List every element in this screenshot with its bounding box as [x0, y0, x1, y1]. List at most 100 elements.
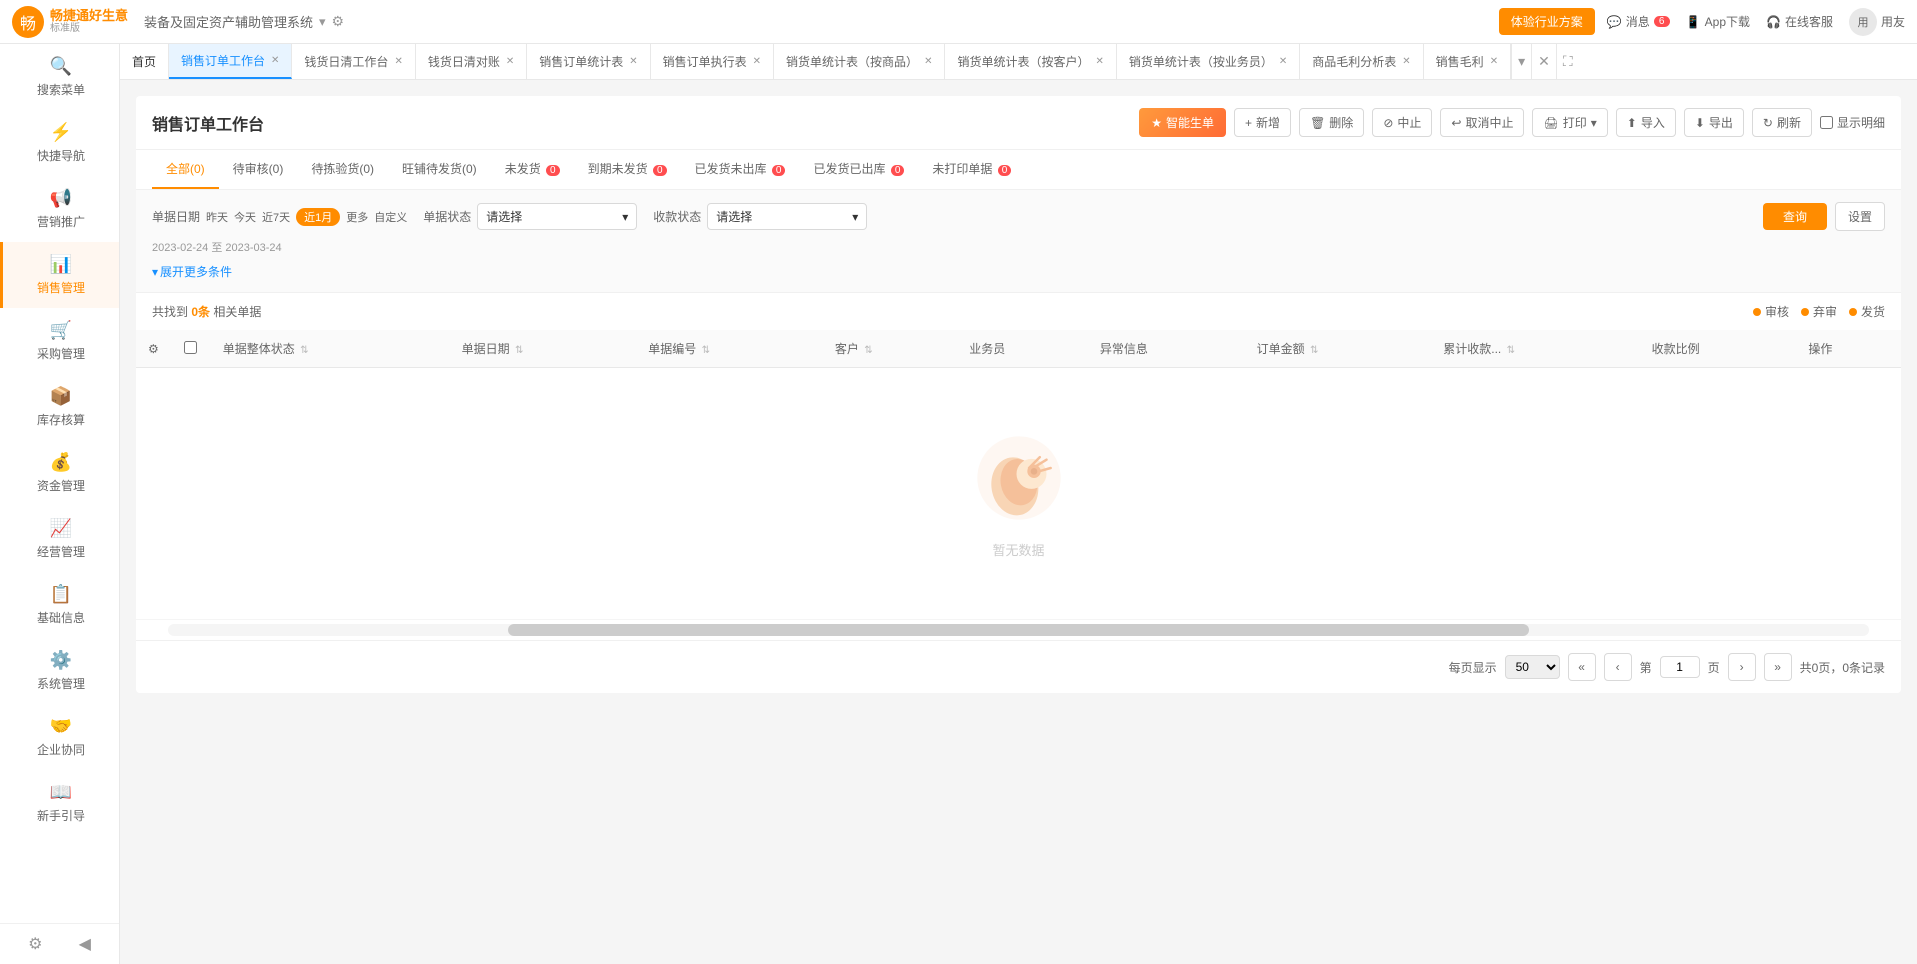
tab-sales-summary-customer-close[interactable]: ✕ [1095, 56, 1103, 67]
filter-tab-pending-review[interactable]: 待审核(0) [219, 150, 298, 189]
sidebar-item-inventory[interactable]: 📦 库存核算 [0, 374, 119, 440]
custom-date-btn[interactable]: 自定义 [374, 209, 407, 225]
refresh-button[interactable]: ↻ 刷新 [1752, 108, 1812, 137]
message-icon: 💬 [1607, 15, 1622, 29]
sidebar-item-sales[interactable]: 📊 销售管理 [0, 242, 119, 308]
horizontal-scrollbar[interactable] [168, 624, 1869, 636]
sidebar-item-system[interactable]: ⚙️ 系统管理 [0, 638, 119, 704]
review-action[interactable]: 审核 [1753, 303, 1789, 320]
tab-sales-exec-close[interactable]: ✕ [753, 56, 761, 67]
delete-button[interactable]: 🗑 删除 [1299, 108, 1364, 137]
tab-sales-profit[interactable]: 销售毛利 ✕ [1424, 44, 1511, 79]
tab-gross-profit-close[interactable]: ✕ [1402, 56, 1410, 67]
payment-select[interactable]: 请选择 ▾ [707, 203, 867, 230]
tab-sales-summary-staff-close[interactable]: ✕ [1279, 56, 1287, 67]
filter-tab-shipped-out[interactable]: 已发货已出库 0 [799, 150, 918, 189]
ship-action[interactable]: 发货 [1849, 303, 1885, 320]
tab-sales-profit-close[interactable]: ✕ [1490, 56, 1498, 67]
tab-more-button[interactable]: ▾ [1511, 44, 1531, 79]
tab-close-all-button[interactable]: ✕ [1531, 44, 1556, 79]
tab-sales-exec[interactable]: 销售订单执行表 ✕ [651, 44, 774, 79]
next-page-button[interactable]: › [1728, 653, 1756, 681]
print-button[interactable]: 🖨 打印 ▾ [1532, 108, 1607, 137]
sidebar-item-marketing[interactable]: 📢 营销推广 [0, 176, 119, 242]
prev-page-button[interactable]: ‹ [1604, 653, 1632, 681]
user-menu-button[interactable]: 用 用友 [1849, 8, 1905, 36]
show-detail-input[interactable] [1820, 116, 1833, 129]
page-number-input[interactable] [1660, 656, 1700, 678]
tab-sales-summary-product[interactable]: 销货单统计表（按商品） ✕ [774, 44, 945, 79]
tab-sales-workbench[interactable]: 销售订单工作台 ✕ [169, 44, 292, 79]
last-page-button[interactable]: » [1764, 653, 1792, 681]
col-amount-sort[interactable]: ⇅ [1310, 345, 1318, 356]
cancel-review-action[interactable]: 弃审 [1801, 303, 1837, 320]
tab-sales-stats[interactable]: 销售订单统计表 ✕ [527, 44, 650, 79]
query-button[interactable]: 查询 [1763, 203, 1827, 230]
select-all-checkbox[interactable] [184, 341, 197, 354]
refresh-label: 刷新 [1777, 114, 1801, 131]
col-accumulated-sort[interactable]: ⇅ [1507, 345, 1515, 356]
more-date-btn[interactable]: 更多 [346, 209, 368, 225]
export-button[interactable]: ⬇ 导出 [1684, 108, 1744, 137]
tab-sales-summary-staff[interactable]: 销货单统计表（按业务员） ✕ [1117, 44, 1300, 79]
tab-cash-daily-close[interactable]: ✕ [394, 56, 402, 67]
filter-tab-wangpu[interactable]: 旺铺待发货(0) [388, 150, 491, 189]
last-month-btn[interactable]: 近1月 [296, 208, 340, 226]
sidebar-item-basic-info[interactable]: 📋 基础信息 [0, 572, 119, 638]
settings-col-icon[interactable]: ⚙ [148, 342, 159, 356]
tab-sales-stats-close[interactable]: ✕ [629, 56, 637, 67]
tab-sales-summary-customer[interactable]: 销货单统计表（按客户） ✕ [945, 44, 1116, 79]
collapse-icon[interactable]: ◀ [79, 934, 91, 954]
tab-cash-reconcile-close[interactable]: ✕ [506, 56, 514, 67]
filter-tab-shipped-not-out[interactable]: 已发货未出库 0 [681, 150, 800, 189]
today-btn[interactable]: 今天 [234, 209, 256, 225]
last7days-btn[interactable]: 近7天 [262, 209, 290, 225]
col-customer-sort[interactable]: ⇅ [864, 345, 872, 356]
print-icon: 🖨 [1543, 116, 1558, 130]
tab-fullscreen-button[interactable]: ⛶ [1556, 44, 1579, 79]
expand-filter-button[interactable]: ▾ 展开更多条件 [152, 263, 1885, 280]
message-button[interactable]: 💬 消息 6 [1607, 13, 1670, 30]
dropdown-arrow-icon[interactable]: ▾ [319, 14, 326, 30]
tab-gross-profit[interactable]: 商品毛利分析表 ✕ [1300, 44, 1423, 79]
page-size-select[interactable]: 50 20 100 [1505, 655, 1560, 679]
settings-footer-icon[interactable]: ⚙ [28, 934, 42, 954]
smart-generate-button[interactable]: ★ 智能生单 [1139, 108, 1226, 137]
sidebar-footer: ⚙ ◀ [0, 923, 119, 964]
tab-sales-summary-product-close[interactable]: ✕ [924, 56, 932, 67]
filter-tab-not-printed[interactable]: 未打印单据 0 [918, 150, 1025, 189]
experience-button[interactable]: 体验行业方案 [1499, 8, 1595, 35]
app-download-button[interactable]: 📱 App下载 [1686, 13, 1750, 30]
sidebar-item-operations[interactable]: 📈 经营管理 [0, 506, 119, 572]
add-button[interactable]: + 新增 [1234, 108, 1291, 137]
col-date-sort[interactable]: ⇅ [515, 345, 523, 356]
scroll-thumb[interactable] [508, 624, 1529, 636]
filter-tab-shipped-not-out-label: 已发货未出库 [695, 162, 767, 176]
stop-button[interactable]: ⊘ 中止 [1372, 108, 1432, 137]
show-detail-checkbox[interactable]: 显示明细 [1820, 114, 1885, 131]
settings-icon[interactable]: ⚙ [332, 13, 345, 30]
sidebar-item-cooperation[interactable]: 🤝 企业协同 [0, 704, 119, 770]
tab-cash-daily[interactable]: 钱货日清工作台 ✕ [292, 44, 415, 79]
online-service-button[interactable]: 🎧 在线客服 [1766, 13, 1833, 30]
sidebar-item-purchase[interactable]: 🛒 采购管理 [0, 308, 119, 374]
sidebar-item-quick-nav[interactable]: ⚡ 快捷导航 [0, 110, 119, 176]
import-button[interactable]: ⬆ 导入 [1616, 108, 1676, 137]
col-status-sort[interactable]: ⇅ [300, 345, 308, 356]
yesterday-btn[interactable]: 昨天 [206, 209, 228, 225]
tab-cash-reconcile[interactable]: 钱货日清对账 ✕ [416, 44, 527, 79]
status-select[interactable]: 请选择 ▾ [477, 203, 637, 230]
tab-sales-workbench-close[interactable]: ✕ [271, 55, 279, 66]
first-page-button[interactable]: « [1568, 653, 1596, 681]
col-number-sort[interactable]: ⇅ [702, 345, 710, 356]
filter-tab-all[interactable]: 全部(0) [152, 150, 219, 189]
sidebar-item-finance[interactable]: 💰 资金管理 [0, 440, 119, 506]
cancel-stop-button[interactable]: ↩ 取消中止 [1440, 108, 1524, 137]
sidebar-item-guide[interactable]: 📖 新手引导 [0, 770, 119, 836]
setting-button[interactable]: 设置 [1835, 202, 1885, 231]
sidebar-item-search[interactable]: 🔍 搜索菜单 [0, 44, 119, 110]
tab-home[interactable]: 首页 [120, 44, 169, 79]
filter-tab-pending-inspect[interactable]: 待拣验货(0) [297, 150, 388, 189]
filter-tab-expired[interactable]: 到期未发货 0 [574, 150, 681, 189]
filter-tab-not-shipped[interactable]: 未发货 0 [491, 150, 574, 189]
